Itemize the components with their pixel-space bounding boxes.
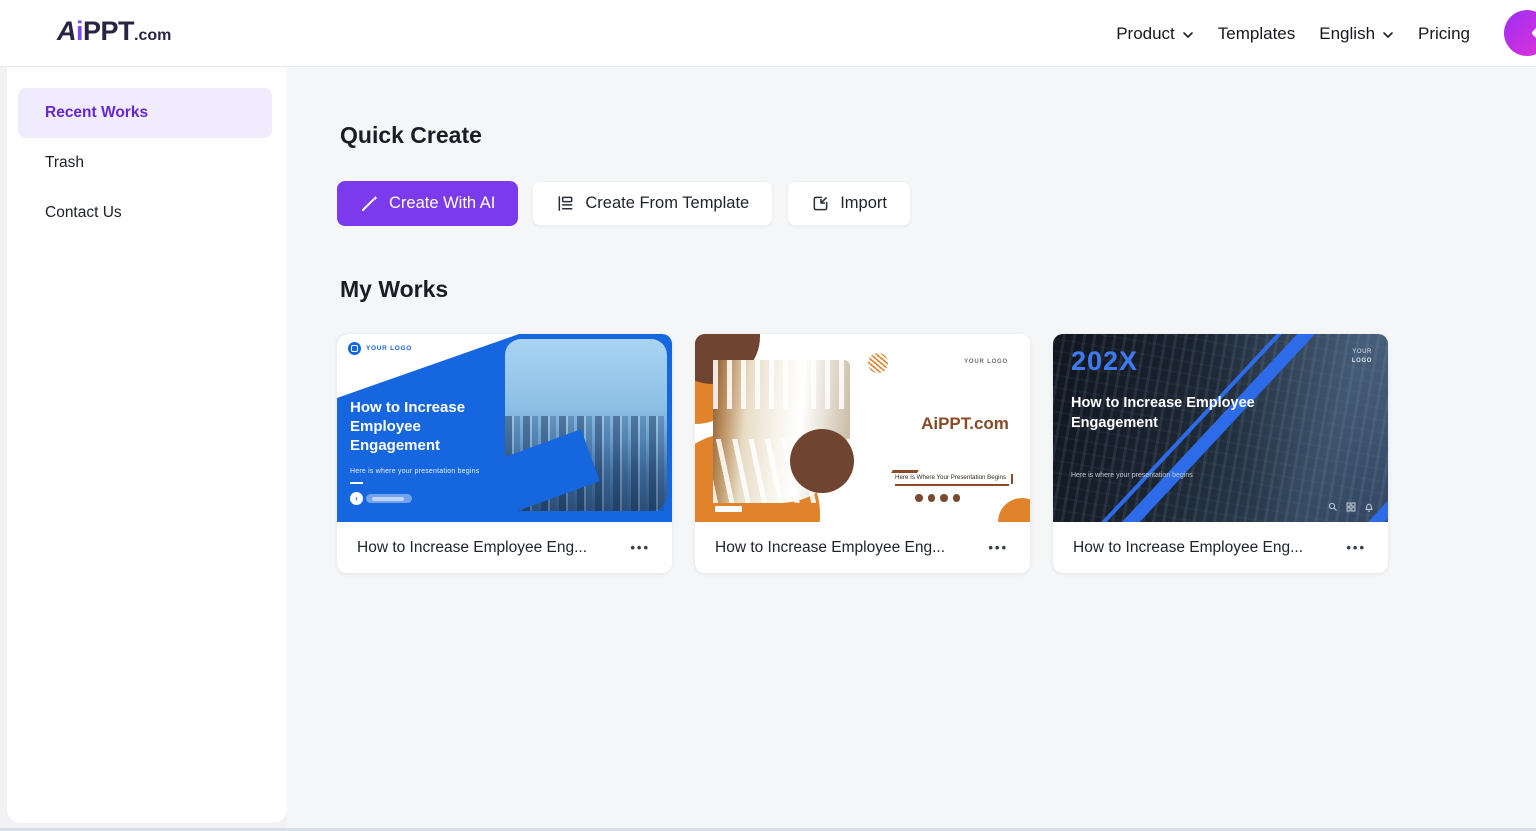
slide-subtitle: Here Is Where Your Presentation Begins: [895, 474, 1013, 486]
your-logo: YOUR LOGO: [348, 342, 412, 355]
create-from-template-label: Create From Template: [585, 194, 750, 212]
create-with-ai-button[interactable]: Create With AI: [337, 181, 519, 226]
slide-title-line: How to Increase: [350, 399, 466, 416]
thumb-decor: [350, 482, 363, 484]
work-card-3-thumbnail: 202X How to Increase Employee Engagement…: [1053, 334, 1388, 522]
sidebar: Recent Works Trash Contact Us: [7, 67, 287, 823]
work-card-1[interactable]: YOUR LOGO How to Increase Employee Engag…: [337, 334, 672, 573]
grid-icon: [1346, 502, 1356, 512]
quick-create-heading: Quick Create: [340, 122, 482, 148]
work-card-2-footer: How to Increase Employee Eng... •••: [695, 522, 1030, 573]
nav-language[interactable]: English: [1319, 24, 1394, 44]
sidebar-item-recent-works[interactable]: Recent Works: [18, 88, 272, 138]
nav-language-label: English: [1319, 23, 1376, 43]
logo-part: .com: [134, 27, 172, 44]
logo-circle-icon: [348, 342, 361, 355]
thumb-decor: [998, 498, 1030, 522]
thumb-decor: [366, 494, 412, 503]
my-works-grid: YOUR LOGO How to Increase Employee Engag…: [337, 334, 1388, 573]
nav-product[interactable]: Product: [1116, 24, 1194, 44]
top-nav: Product Templates English Pricing: [1116, 0, 1470, 67]
your-logo-line: LOGO: [1351, 358, 1372, 364]
nav-product-label: Product: [1116, 23, 1175, 43]
nav-pricing-label: Pricing: [1418, 23, 1470, 43]
nav-pricing[interactable]: Pricing: [1418, 24, 1470, 44]
slide-title: How to Increase Employee Engagement: [1071, 394, 1255, 433]
sidebar-item-contact-us[interactable]: Contact Us: [18, 188, 272, 238]
work-card-3-title: How to Increase Employee Eng...: [1073, 538, 1304, 556]
sidebar-item-label: Contact Us: [45, 204, 122, 221]
slide-button-decor: ›: [350, 492, 412, 505]
content-area: Recent Works Trash Contact Us Quick Crea…: [0, 67, 1536, 831]
import-button[interactable]: Import: [787, 181, 911, 226]
template-icon: [558, 196, 573, 211]
dot: [940, 494, 948, 502]
quick-create-buttons: Create With AI Create From Template Impo…: [337, 181, 911, 226]
thumb-decor: [868, 353, 888, 373]
your-logo-line: YOUR: [1352, 349, 1372, 355]
slide-dots-decor: [915, 494, 960, 502]
your-logo-label: YOUR LOGO: [964, 359, 1008, 365]
slide-title-line: Engagement: [1071, 414, 1159, 431]
dot: [915, 494, 923, 502]
your-logo-label: YOUR LOGO: [366, 345, 413, 352]
chevron-down-icon: [1383, 31, 1393, 38]
nav-templates-label: Templates: [1217, 23, 1296, 43]
bell-icon: [1365, 503, 1373, 512]
work-card-1-footer: How to Increase Employee Eng... •••: [337, 522, 672, 573]
create-with-ai-label: Create With AI: [389, 194, 496, 212]
slide-toolbar-icons: [1328, 502, 1374, 512]
logo-part: i: [76, 16, 84, 46]
slide-year: 202X: [1071, 346, 1139, 376]
avatar-glyph-icon: [1531, 23, 1536, 43]
slide-title-line: Engagement: [350, 437, 441, 455]
slide-subtitle: Here is where your presentation begins: [1071, 472, 1193, 479]
avatar[interactable]: [1504, 10, 1536, 56]
my-works-heading: My Works: [340, 276, 449, 302]
logo-part: A: [57, 16, 77, 46]
work-card-3[interactable]: 202X How to Increase Employee Engagement…: [1053, 334, 1388, 573]
aippt-logo[interactable]: AiPPT.com: [57, 16, 171, 47]
slide-brand-text: AiPPT.com: [921, 414, 1009, 433]
slide-title: How to Increase Employee Engagement: [350, 398, 490, 455]
work-card-2-thumbnail: YOUR LOGO AiPPT.com Here Is Where Your P…: [695, 334, 1030, 522]
arrow-right-icon: ›: [350, 492, 363, 505]
create-from-template-button[interactable]: Create From Template: [532, 181, 774, 226]
magic-wand-icon: [361, 195, 378, 212]
slide-title-line: How to Increase Employee: [1071, 395, 1255, 411]
main-content: Quick Create Create With AI Create From …: [287, 67, 1536, 831]
work-card-1-title: How to Increase Employee Eng...: [357, 538, 588, 556]
aippt-app: AiPPT.com Product Templates English Pric…: [0, 0, 1536, 831]
logo-part: PPT: [83, 16, 135, 46]
work-card-2[interactable]: YOUR LOGO AiPPT.com Here Is Where Your P…: [695, 334, 1030, 573]
search-icon: [1328, 502, 1337, 511]
sidebar-item-trash[interactable]: Trash: [18, 138, 272, 188]
sidebar-item-label: Recent Works: [45, 104, 149, 121]
more-options-icon[interactable]: •••: [986, 536, 1010, 559]
more-options-icon[interactable]: •••: [1344, 536, 1368, 559]
work-card-1-thumbnail: YOUR LOGO How to Increase Employee Engag…: [337, 334, 672, 522]
dot: [952, 494, 960, 502]
more-options-icon[interactable]: •••: [628, 536, 652, 559]
chevron-down-icon: [1182, 31, 1193, 38]
work-card-2-title: How to Increase Employee Eng...: [715, 538, 946, 556]
thumb-decor: [790, 429, 854, 493]
thumb-decor: [715, 506, 742, 512]
import-icon: [813, 196, 828, 211]
import-label: Import: [840, 194, 887, 212]
your-logo: YOUR LOGO: [1352, 348, 1372, 366]
work-card-3-footer: How to Increase Employee Eng... •••: [1053, 522, 1388, 573]
slide-title-line: Employee: [350, 418, 421, 436]
slide-subtitle: Here is where your presentation begins: [350, 468, 480, 475]
header: AiPPT.com Product Templates English Pric…: [0, 0, 1536, 67]
sidebar-item-label: Trash: [45, 154, 85, 171]
nav-templates[interactable]: Templates: [1218, 24, 1295, 44]
dot: [927, 494, 935, 502]
